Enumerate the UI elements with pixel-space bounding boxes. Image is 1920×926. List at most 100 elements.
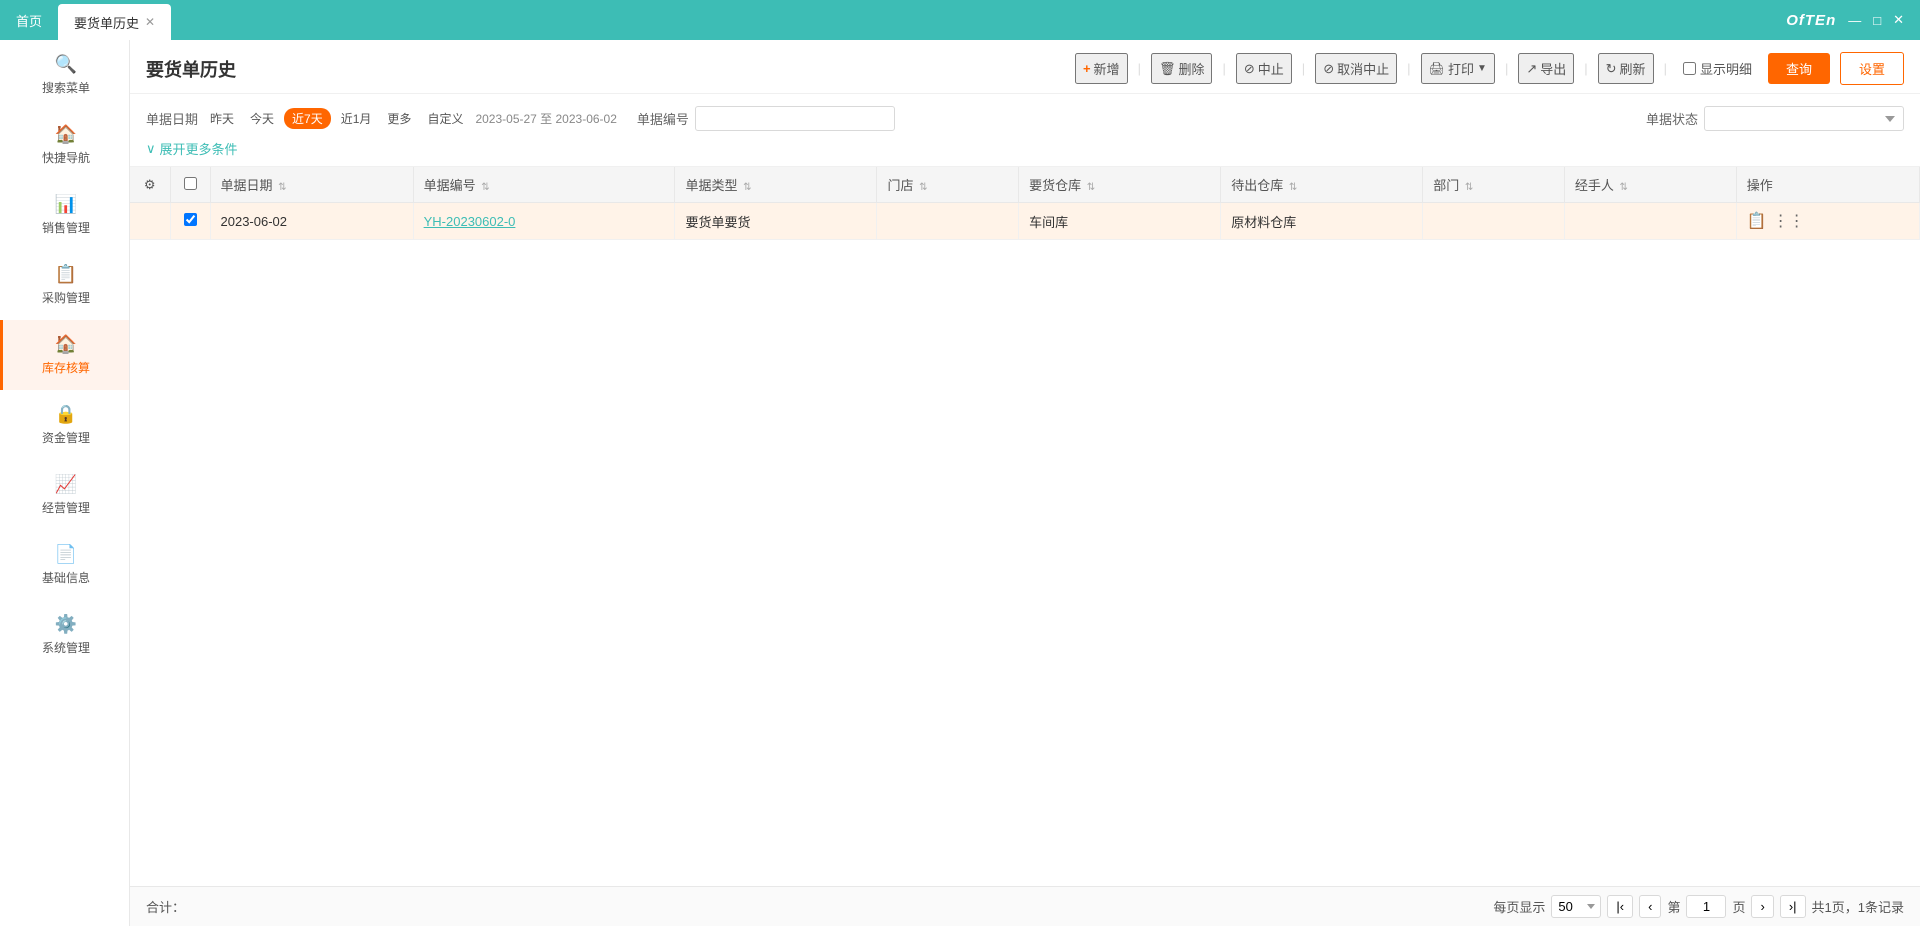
th-dept[interactable]: 部门 ⇅: [1423, 167, 1565, 203]
sort-icon-date: ⇅: [278, 182, 286, 193]
sidebar-item-sales[interactable]: 📊 销售管理: [0, 180, 129, 250]
stop-label: 中止: [1258, 59, 1284, 78]
content-area: 要货单历史 + 新增 | 🗑 删除 | ⊘ 中止 | ⊘: [130, 40, 1920, 926]
sidebar-item-inventory[interactable]: 🏠 库存核算: [0, 320, 129, 390]
page-title: 要货单历史: [146, 56, 236, 82]
refresh-icon: ↻: [1606, 61, 1617, 77]
sort-icon-req-warehouse: ⇅: [1087, 182, 1095, 193]
date-btn-today[interactable]: 今天: [244, 108, 280, 129]
th-no[interactable]: 单据编号 ⇅: [413, 167, 675, 203]
sidebar-item-finance[interactable]: 🔒 资金管理: [0, 390, 129, 460]
delete-icon: 🗑: [1159, 61, 1176, 77]
sidebar-sales-label: 销售管理: [42, 219, 90, 236]
next-page-button[interactable]: ›: [1751, 895, 1773, 918]
select-all-checkbox[interactable]: [184, 177, 197, 190]
sum-label: 合计：: [146, 897, 185, 916]
page-suffix-label: 页: [1732, 897, 1745, 916]
date-btn-7days[interactable]: 近7天: [284, 108, 331, 129]
export-button[interactable]: ↗ 导出: [1518, 53, 1574, 84]
sidebar-item-shortcut[interactable]: 🏠 快捷导航: [0, 110, 129, 180]
query-button[interactable]: 查询: [1768, 53, 1830, 84]
sidebar-purchase-label: 采购管理: [42, 289, 90, 306]
divider-5: |: [1505, 61, 1508, 76]
th-setting[interactable]: ⚙: [130, 167, 170, 203]
cancel-stop-label: 取消中止: [1337, 59, 1389, 78]
sidebar-operation-label: 经营管理: [42, 499, 90, 516]
operation-icon: 📈: [55, 474, 77, 495]
brand-label: OfTEn: [1786, 12, 1836, 29]
add-button[interactable]: + 新增: [1075, 53, 1128, 84]
order-no-input[interactable]: [695, 106, 895, 131]
sidebar-item-operation[interactable]: 📈 经营管理: [0, 460, 129, 530]
sidebar-item-purchase[interactable]: 📋 采购管理: [0, 250, 129, 320]
sidebar-item-system[interactable]: ⚙️ 系统管理: [0, 600, 129, 670]
table-row: 2023-06-02 YH-20230602-0 要货单要货 车间库 原材料仓库: [130, 203, 1920, 240]
th-checkbox[interactable]: [170, 167, 210, 203]
show-detail-toggle[interactable]: 显示明细: [1677, 55, 1758, 82]
expand-more-btn[interactable]: ∨ 展开更多条件: [146, 139, 1904, 158]
refresh-button[interactable]: ↻ 刷新: [1598, 53, 1654, 84]
date-filter-label: 单据日期: [146, 109, 198, 128]
th-out-warehouse[interactable]: 待出仓库 ⇅: [1221, 167, 1423, 203]
date-btn-more[interactable]: 更多: [381, 108, 417, 129]
table-container: ⚙ 单据日期 ⇅ 单据编号 ⇅ 单据类型 ⇅: [130, 167, 1920, 886]
page-input[interactable]: [1686, 895, 1726, 918]
row-checkbox-cell[interactable]: [170, 203, 210, 240]
row-setting: [130, 203, 170, 240]
add-label: 新增: [1094, 59, 1120, 78]
sort-icon-no: ⇅: [481, 182, 489, 193]
prev-page-button[interactable]: ‹: [1639, 895, 1661, 918]
date-btn-1month[interactable]: 近1月: [335, 108, 378, 129]
window-maximize-icon[interactable]: □: [1873, 13, 1881, 28]
status-select[interactable]: [1704, 106, 1904, 131]
divider-7: |: [1664, 61, 1667, 76]
sort-icon-store: ⇅: [919, 182, 927, 193]
row-store: [877, 203, 1019, 240]
date-btn-custom[interactable]: 自定义: [421, 108, 469, 129]
export-icon: ↗: [1526, 61, 1537, 77]
date-btn-yesterday[interactable]: 昨天: [204, 108, 240, 129]
sidebar-system-label: 系统管理: [42, 639, 90, 656]
inventory-icon: 🏠: [55, 334, 77, 355]
row-no-link[interactable]: YH-20230602-0: [424, 214, 516, 229]
settings-button[interactable]: 设置: [1840, 52, 1904, 85]
th-req-warehouse-label: 要货仓库: [1029, 178, 1081, 193]
delete-button[interactable]: 🗑 删除: [1151, 53, 1213, 84]
print-button[interactable]: 🖨 打印 ▼: [1421, 53, 1495, 84]
window-close-icon[interactable]: ✕: [1893, 12, 1904, 28]
last-page-button[interactable]: ›|: [1780, 895, 1806, 918]
sidebar-item-basic[interactable]: 📄 基础信息: [0, 530, 129, 600]
th-type[interactable]: 单据类型 ⇅: [675, 167, 877, 203]
per-page-select[interactable]: 50 20 100: [1551, 895, 1601, 918]
show-detail-checkbox[interactable]: [1683, 62, 1696, 75]
sort-icon-out-warehouse: ⇅: [1289, 182, 1297, 193]
date-filter-btns: 昨天 今天 近7天 近1月 更多 自定义: [204, 108, 469, 129]
more-icon[interactable]: ⋮⋮: [1773, 211, 1805, 231]
top-bar: 首页 要货单历史 ✕ OfTEn — □ ✕: [0, 0, 1920, 40]
row-no[interactable]: YH-20230602-0: [413, 203, 675, 240]
first-page-button[interactable]: |‹: [1607, 895, 1633, 918]
tab-history[interactable]: 要货单历史 ✕: [58, 4, 171, 40]
tab-home[interactable]: 首页: [0, 0, 58, 40]
th-store[interactable]: 门店 ⇅: [877, 167, 1019, 203]
sidebar-item-search[interactable]: 🔍 搜索菜单: [0, 40, 129, 110]
divider-1: |: [1138, 61, 1141, 76]
cancel-stop-button[interactable]: ⊘ 取消中止: [1315, 53, 1397, 84]
stop-button[interactable]: ⊘ 中止: [1236, 53, 1292, 84]
page-header: 要货单历史 + 新增 | 🗑 删除 | ⊘ 中止 | ⊘: [130, 40, 1920, 94]
date-filter-item: 单据日期 昨天 今天 近7天 近1月 更多 自定义 2023-05-27 至 2…: [146, 108, 617, 129]
window-minimize-icon[interactable]: —: [1848, 13, 1861, 28]
row-checkbox[interactable]: [184, 213, 197, 226]
sidebar-search-label: 搜索菜单: [42, 79, 90, 96]
close-tab-icon[interactable]: ✕: [145, 15, 155, 29]
table-body: 2023-06-02 YH-20230602-0 要货单要货 车间库 原材料仓库: [130, 203, 1920, 240]
th-handler[interactable]: 经手人 ⇅: [1564, 167, 1736, 203]
purchase-icon: 📋: [55, 264, 77, 285]
edit-icon[interactable]: 📋: [1747, 211, 1767, 231]
th-date[interactable]: 单据日期 ⇅: [210, 167, 413, 203]
row-handler: [1564, 203, 1736, 240]
th-action-label: 操作: [1747, 178, 1773, 193]
th-req-warehouse[interactable]: 要货仓库 ⇅: [1019, 167, 1221, 203]
row-req-warehouse: 车间库: [1019, 203, 1221, 240]
status-filter-item: 单据状态: [1646, 106, 1904, 131]
